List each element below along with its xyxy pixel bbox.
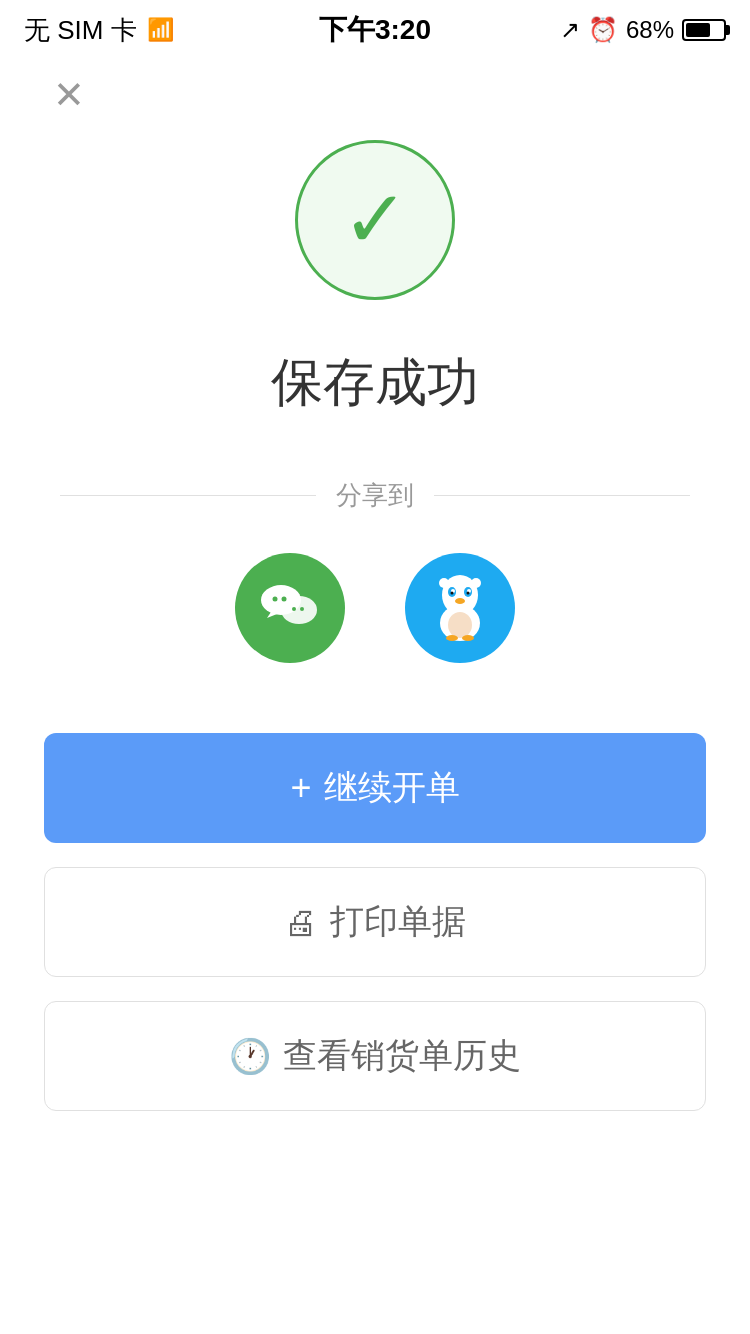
svg-point-3 — [282, 597, 287, 602]
plus-icon: + — [290, 767, 311, 809]
history-button[interactable]: 🕐 查看销货单历史 — [44, 1001, 706, 1111]
svg-point-17 — [446, 635, 458, 641]
wechat-share-button[interactable] — [235, 553, 345, 663]
print-icon: 🖨 — [284, 903, 318, 942]
battery-percent: 68% — [626, 16, 674, 44]
location-icon: ↗ — [560, 16, 580, 44]
status-right: ↗ ⏰ 68% — [560, 16, 726, 44]
qq-share-button[interactable] — [405, 553, 515, 663]
wifi-icon: 📶 — [147, 17, 174, 43]
qq-icon — [430, 573, 490, 643]
share-divider: 分享到 — [0, 478, 750, 513]
status-left: 无 SIM 卡 📶 — [24, 13, 174, 48]
status-bar: 无 SIM 卡 📶 下午3:20 ↗ ⏰ 68% — [0, 0, 750, 60]
svg-point-2 — [273, 597, 278, 602]
svg-point-19 — [439, 578, 449, 588]
svg-point-12 — [451, 592, 454, 595]
success-circle: ✓ — [295, 140, 455, 300]
close-button[interactable]: ✕ — [44, 70, 94, 120]
svg-point-1 — [281, 596, 317, 624]
history-icon: 🕐 — [229, 1036, 271, 1076]
success-title: 保存成功 — [271, 348, 479, 418]
alarm-icon: ⏰ — [588, 16, 618, 44]
divider-line-left — [60, 495, 316, 496]
main-content: ✓ 保存成功 分享到 — [0, 60, 750, 1111]
svg-point-14 — [455, 598, 465, 604]
sim-text: 无 SIM 卡 — [24, 13, 137, 48]
print-label: 打印单据 — [330, 899, 466, 945]
svg-point-13 — [467, 592, 470, 595]
print-button[interactable]: 🖨 打印单据 — [44, 867, 706, 977]
checkmark-icon: ✓ — [342, 180, 409, 260]
svg-point-16 — [448, 612, 472, 638]
battery-fill — [686, 23, 710, 37]
continue-button[interactable]: + 继续开单 — [44, 733, 706, 843]
battery-icon — [682, 19, 726, 41]
action-buttons: + 继续开单 🖨 打印单据 🕐 查看销货单历史 — [0, 733, 750, 1111]
svg-point-4 — [292, 607, 296, 611]
svg-point-5 — [300, 607, 304, 611]
close-icon: ✕ — [53, 76, 85, 114]
history-label: 查看销货单历史 — [283, 1033, 521, 1079]
share-icons — [235, 553, 515, 663]
divider-line-right — [434, 495, 690, 496]
wechat-icon — [257, 580, 323, 636]
svg-point-20 — [471, 578, 481, 588]
status-time: 下午3:20 — [319, 11, 431, 49]
svg-point-18 — [462, 635, 474, 641]
share-label: 分享到 — [316, 478, 434, 513]
continue-label: 继续开单 — [324, 765, 460, 811]
